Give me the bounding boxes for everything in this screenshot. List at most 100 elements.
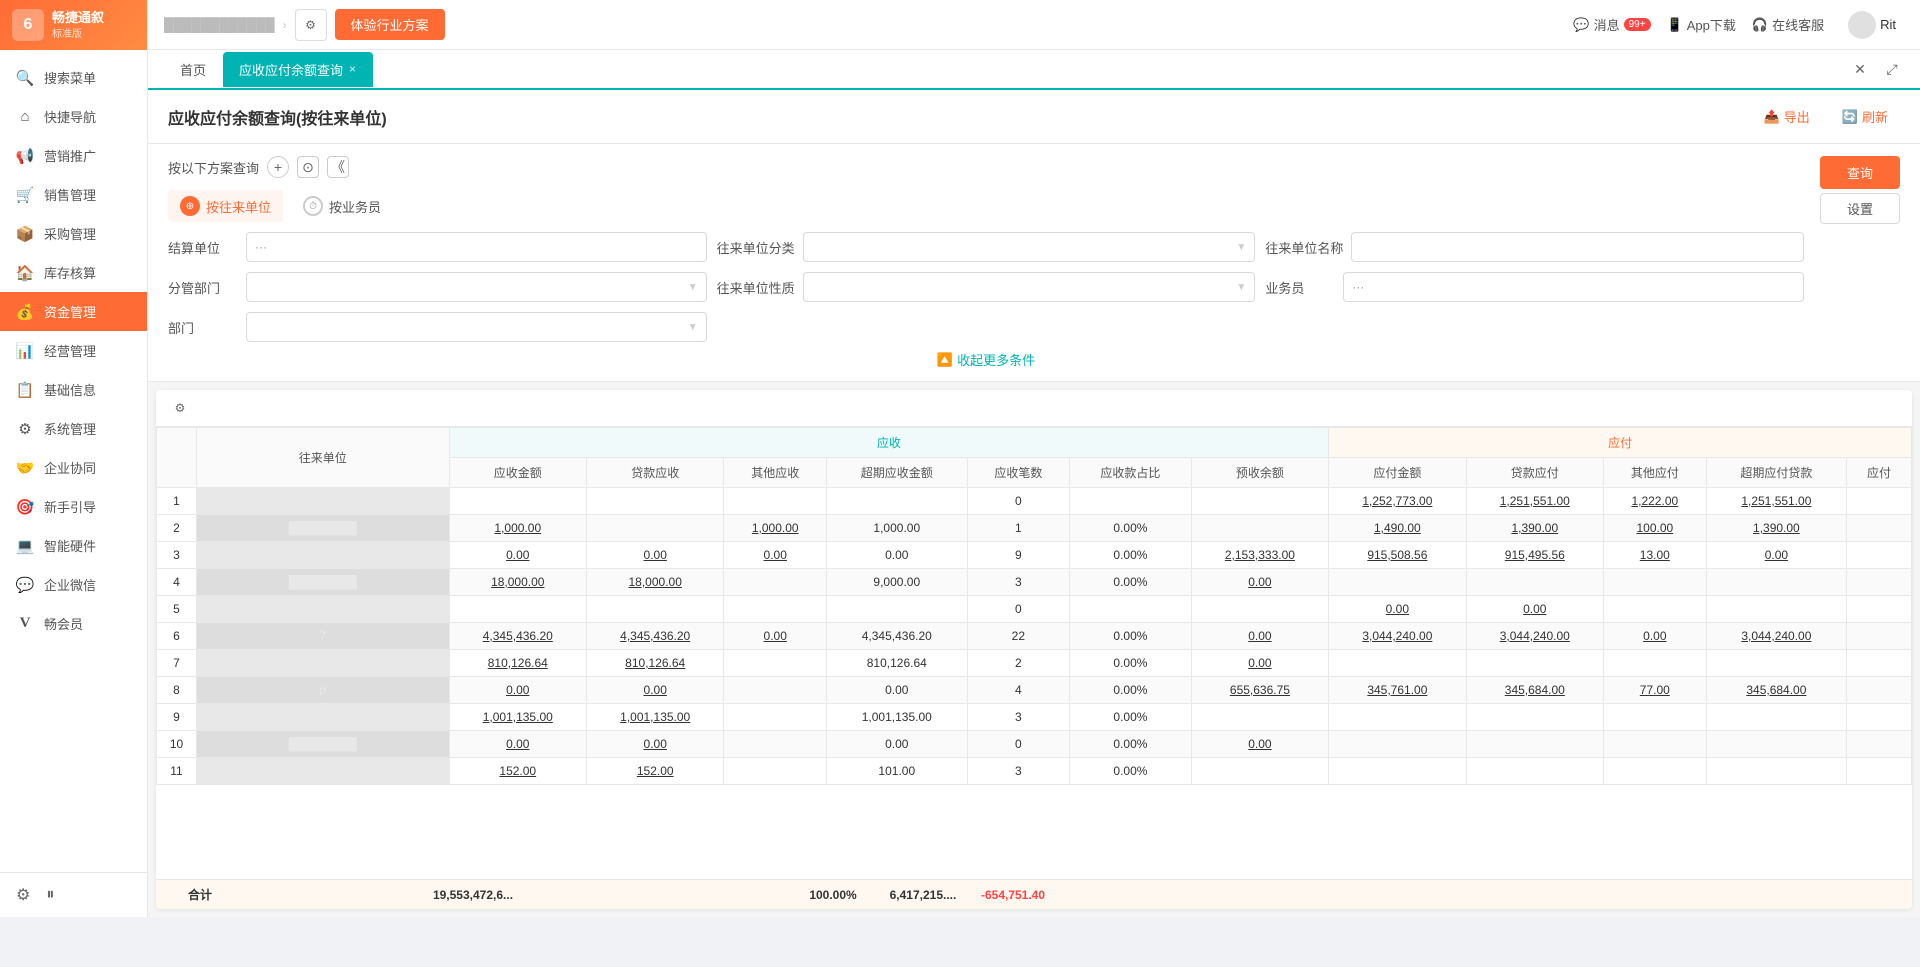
- table-cell[interactable]: 0.00: [586, 677, 723, 704]
- tab-close-button[interactable]: ×: [349, 62, 356, 76]
- table-cell[interactable]: 810,126.64: [449, 650, 586, 677]
- query-button[interactable]: 查询: [1820, 156, 1900, 189]
- settlement-unit-input[interactable]: ···: [246, 232, 707, 262]
- table-cell[interactable]: 0.00: [724, 623, 827, 650]
- tab-active[interactable]: 应收应付余额查询 ×: [223, 52, 373, 87]
- tab-maximize[interactable]: ⤢: [1880, 57, 1904, 81]
- sidebar-item-finance[interactable]: 💰 资金管理: [0, 292, 147, 331]
- table-cell[interactable]: 1,251,551.00: [1466, 488, 1603, 515]
- table-cell[interactable]: 0.00: [1329, 596, 1466, 623]
- sidebar-item-guide[interactable]: 🎯 新手引导: [0, 487, 147, 526]
- refresh-button[interactable]: 🔄 刷新: [1830, 102, 1900, 131]
- user-avatar[interactable]: Rit: [1840, 11, 1904, 39]
- scheme-unit[interactable]: ⊕ 按往来单位: [168, 190, 283, 222]
- sidebar-item-marketing[interactable]: 📢 营销推广: [0, 136, 147, 175]
- partner-name-input[interactable]: [1351, 232, 1804, 262]
- sidebar-item-system[interactable]: ⚙ 系统管理: [0, 409, 147, 448]
- sidebar-item-wechat[interactable]: 💬 企业微信: [0, 565, 147, 604]
- table-cell[interactable]: 810,126.64: [586, 650, 723, 677]
- sub-adv-bal: 预收余额: [1191, 458, 1328, 488]
- table-cell[interactable]: 0.00: [449, 731, 586, 758]
- table-cell[interactable]: 915,508.56: [1329, 542, 1466, 569]
- table-cell[interactable]: 1,001,135.00: [586, 704, 723, 731]
- settings-button[interactable]: 设置: [1820, 193, 1900, 224]
- table-cell[interactable]: 345,761.00: [1329, 677, 1466, 704]
- table-cell[interactable]: 0.00: [1604, 623, 1707, 650]
- table-cell[interactable]: 1,390.00: [1466, 515, 1603, 542]
- export-button[interactable]: 📤 导出: [1752, 102, 1822, 131]
- sidebar-item-purchase[interactable]: 📦 采购管理: [0, 214, 147, 253]
- dept-input[interactable]: ▼: [246, 312, 707, 342]
- table-cell[interactable]: 13.00: [1604, 542, 1707, 569]
- table-cell[interactable]: 1,251,551.00: [1706, 488, 1847, 515]
- settings-icon[interactable]: ⚙: [16, 885, 30, 905]
- refresh-icon: 🔄: [1842, 109, 1858, 125]
- table-cell: [1847, 677, 1912, 704]
- solution-button[interactable]: 体验行业方案: [335, 9, 445, 40]
- table-cell[interactable]: 0.00: [1191, 569, 1328, 596]
- table-cell[interactable]: 100.00: [1604, 515, 1707, 542]
- table-cell[interactable]: 0.00: [1191, 623, 1328, 650]
- query-add-button[interactable]: +: [267, 156, 289, 178]
- hardware-icon: 💻: [16, 537, 34, 555]
- table-cell[interactable]: 0.00: [1706, 542, 1847, 569]
- table-cell[interactable]: 0.00: [1191, 731, 1328, 758]
- table-cell[interactable]: 345,684.00: [1706, 677, 1847, 704]
- tab-close-window[interactable]: ✕: [1848, 57, 1872, 81]
- table-cell[interactable]: 18,000.00: [586, 569, 723, 596]
- table-cell[interactable]: 0.00: [586, 542, 723, 569]
- partner-category-input[interactable]: ▼: [803, 232, 1256, 262]
- table-cell[interactable]: 77.00: [1604, 677, 1707, 704]
- table-cell[interactable]: 152.00: [449, 758, 586, 785]
- sidebar-item-quick[interactable]: ⌂ 快捷导航: [0, 97, 147, 136]
- table-cell[interactable]: 345,684.00: [1466, 677, 1603, 704]
- table-cell[interactable]: 3,044,240.00: [1706, 623, 1847, 650]
- scrollable-table[interactable]: 往来单位 应收 应付 应收金额 贷款应收 其他应收 超期应收金额 应收笔数 应收…: [156, 427, 1912, 879]
- table-cell[interactable]: 152.00: [586, 758, 723, 785]
- tab-home[interactable]: 首页: [164, 52, 223, 87]
- sidebar-item-operation[interactable]: 📊 经营管理: [0, 331, 147, 370]
- sidebar-item-search[interactable]: 🔍 搜索菜单: [0, 58, 147, 97]
- scheme-staff[interactable]: ⏱ 按业务员: [291, 190, 393, 222]
- service-icon: 🎧: [1752, 17, 1768, 33]
- table-cell[interactable]: 655,636.75: [1191, 677, 1328, 704]
- query-options-button[interactable]: ⊙: [297, 156, 319, 178]
- table-cell[interactable]: 1,390.00: [1706, 515, 1847, 542]
- table-cell[interactable]: 1,000.00: [449, 515, 586, 542]
- salesman-input[interactable]: ···: [1343, 272, 1804, 302]
- table-cell[interactable]: 4,345,436.20: [586, 623, 723, 650]
- dept-manage-input[interactable]: ▼: [246, 272, 707, 302]
- table-cell[interactable]: 0.00: [449, 542, 586, 569]
- sidebar-item-inventory[interactable]: 🏠 库存核算: [0, 253, 147, 292]
- table-cell[interactable]: 915,495.56: [1466, 542, 1603, 569]
- gear-button[interactable]: ⚙: [295, 9, 327, 41]
- message-action[interactable]: 💬 消息 99+: [1573, 15, 1650, 34]
- table-cell[interactable]: 2,153,333.00: [1191, 542, 1328, 569]
- table-cell[interactable]: 0.00: [1466, 596, 1603, 623]
- table-cell[interactable]: 0.00: [724, 542, 827, 569]
- table-cell[interactable]: 1,222.00: [1604, 488, 1707, 515]
- online-service-action[interactable]: 🎧 在线客服: [1752, 15, 1824, 34]
- table-cell[interactable]: 0.00: [1191, 650, 1328, 677]
- table-cell[interactable]: 1,000.00: [724, 515, 827, 542]
- sidebar-item-sales[interactable]: 🛒 销售管理: [0, 175, 147, 214]
- table-cell[interactable]: 1,490.00: [1329, 515, 1466, 542]
- table-cell[interactable]: 1,252,773.00: [1329, 488, 1466, 515]
- table-cell[interactable]: 0.00: [586, 731, 723, 758]
- sidebar-item-member[interactable]: V 畅会员: [0, 604, 147, 643]
- sidebar-item-hardware[interactable]: 💻 智能硬件: [0, 526, 147, 565]
- table-cell[interactable]: 18,000.00: [449, 569, 586, 596]
- table-cell[interactable]: 1,001,135.00: [449, 704, 586, 731]
- table-cell[interactable]: 3,044,240.00: [1466, 623, 1603, 650]
- collapse-icon[interactable]: ⏸: [46, 886, 54, 904]
- collapse-button[interactable]: 🔼 收起更多条件: [168, 350, 1804, 369]
- app-download-action[interactable]: 📱 App下载: [1667, 15, 1736, 34]
- table-cell[interactable]: 3,044,240.00: [1329, 623, 1466, 650]
- table-cell[interactable]: 0.00: [449, 677, 586, 704]
- table-settings-button[interactable]: ⚙: [168, 396, 192, 420]
- partner-nature-input[interactable]: ▼: [803, 272, 1256, 302]
- sidebar-item-collab[interactable]: 🤝 企业协同: [0, 448, 147, 487]
- sidebar-item-basic[interactable]: 📋 基础信息: [0, 370, 147, 409]
- query-collapse-button[interactable]: 《: [327, 156, 349, 178]
- table-cell[interactable]: 4,345,436.20: [449, 623, 586, 650]
